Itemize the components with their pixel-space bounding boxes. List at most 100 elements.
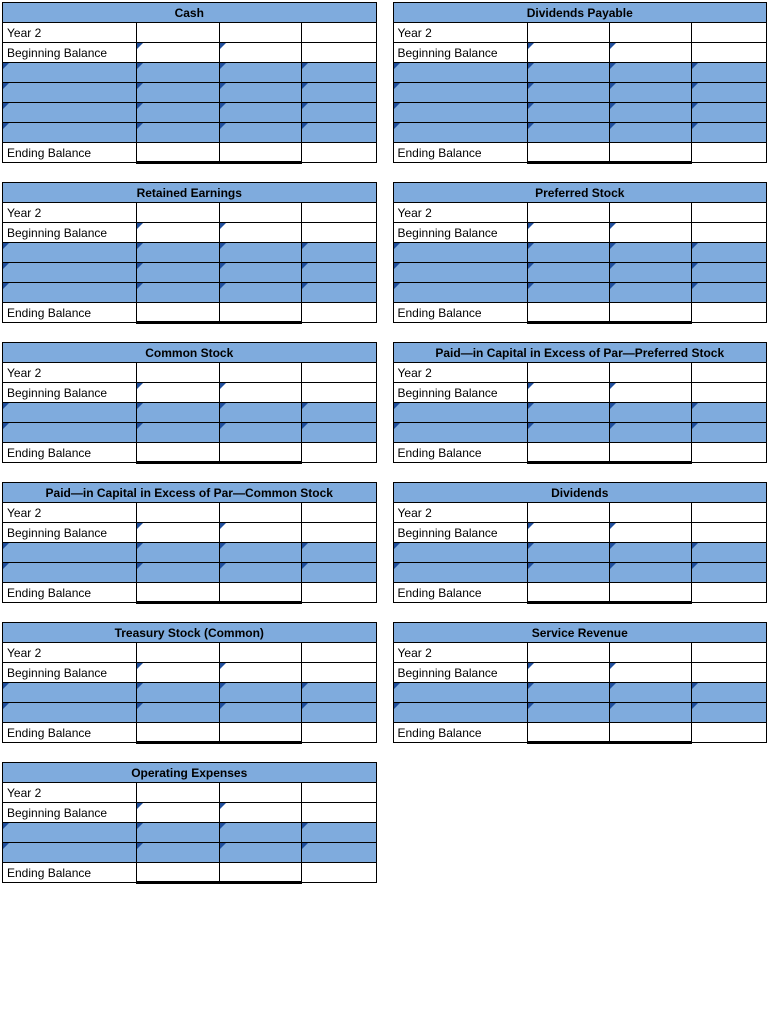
input-cell[interactable] (610, 43, 692, 63)
ending-cell[interactable] (610, 723, 692, 743)
ending-cell[interactable] (527, 723, 609, 743)
input-cell[interactable] (137, 243, 219, 263)
input-cell[interactable] (393, 63, 527, 83)
input-cell[interactable] (301, 63, 376, 83)
input-cell[interactable] (692, 563, 767, 583)
input-cell[interactable] (692, 243, 767, 263)
input-cell[interactable] (137, 523, 219, 543)
input-cell[interactable] (527, 663, 609, 683)
input-cell[interactable] (610, 523, 692, 543)
input-cell[interactable] (393, 403, 527, 423)
ending-cell[interactable] (219, 143, 301, 163)
input-cell[interactable] (527, 703, 609, 723)
input-cell[interactable] (393, 263, 527, 283)
input-cell[interactable] (137, 63, 219, 83)
input-cell[interactable] (219, 63, 301, 83)
input-cell[interactable] (527, 43, 609, 63)
input-cell[interactable] (301, 123, 376, 143)
input-cell[interactable] (301, 83, 376, 103)
input-cell[interactable] (219, 223, 301, 243)
input-cell[interactable] (3, 83, 137, 103)
input-cell[interactable] (137, 103, 219, 123)
input-cell[interactable] (219, 423, 301, 443)
input-cell[interactable] (301, 563, 376, 583)
input-cell[interactable] (692, 103, 767, 123)
input-cell[interactable] (610, 663, 692, 683)
input-cell[interactable] (301, 103, 376, 123)
input-cell[interactable] (527, 83, 609, 103)
input-cell[interactable] (610, 563, 692, 583)
input-cell[interactable] (527, 563, 609, 583)
input-cell[interactable] (610, 423, 692, 443)
input-cell[interactable] (137, 663, 219, 683)
input-cell[interactable] (527, 103, 609, 123)
input-cell[interactable] (393, 103, 527, 123)
input-cell[interactable] (219, 403, 301, 423)
ending-cell[interactable] (610, 443, 692, 463)
input-cell[interactable] (3, 263, 137, 283)
input-cell[interactable] (137, 803, 219, 823)
input-cell[interactable] (610, 383, 692, 403)
input-cell[interactable] (301, 403, 376, 423)
ending-cell[interactable] (219, 443, 301, 463)
input-cell[interactable] (137, 263, 219, 283)
input-cell[interactable] (301, 703, 376, 723)
ending-cell[interactable] (219, 303, 301, 323)
input-cell[interactable] (137, 283, 219, 303)
input-cell[interactable] (137, 403, 219, 423)
input-cell[interactable] (610, 543, 692, 563)
input-cell[interactable] (527, 543, 609, 563)
input-cell[interactable] (137, 823, 219, 843)
input-cell[interactable] (137, 223, 219, 243)
input-cell[interactable] (393, 83, 527, 103)
input-cell[interactable] (610, 123, 692, 143)
input-cell[interactable] (3, 423, 137, 443)
input-cell[interactable] (219, 43, 301, 63)
input-cell[interactable] (3, 123, 137, 143)
input-cell[interactable] (219, 123, 301, 143)
ending-cell[interactable] (610, 143, 692, 163)
input-cell[interactable] (610, 403, 692, 423)
input-cell[interactable] (692, 283, 767, 303)
input-cell[interactable] (3, 843, 137, 863)
ending-cell[interactable] (137, 583, 219, 603)
input-cell[interactable] (137, 43, 219, 63)
input-cell[interactable] (527, 383, 609, 403)
input-cell[interactable] (137, 843, 219, 863)
input-cell[interactable] (219, 803, 301, 823)
input-cell[interactable] (527, 423, 609, 443)
input-cell[interactable] (3, 683, 137, 703)
input-cell[interactable] (301, 423, 376, 443)
input-cell[interactable] (692, 683, 767, 703)
input-cell[interactable] (137, 123, 219, 143)
input-cell[interactable] (610, 703, 692, 723)
input-cell[interactable] (219, 283, 301, 303)
input-cell[interactable] (3, 823, 137, 843)
input-cell[interactable] (692, 403, 767, 423)
ending-cell[interactable] (137, 443, 219, 463)
input-cell[interactable] (301, 283, 376, 303)
input-cell[interactable] (527, 683, 609, 703)
input-cell[interactable] (527, 403, 609, 423)
ending-cell[interactable] (137, 303, 219, 323)
input-cell[interactable] (692, 83, 767, 103)
input-cell[interactable] (610, 103, 692, 123)
input-cell[interactable] (393, 563, 527, 583)
input-cell[interactable] (692, 543, 767, 563)
input-cell[interactable] (3, 403, 137, 423)
input-cell[interactable] (219, 543, 301, 563)
input-cell[interactable] (527, 263, 609, 283)
input-cell[interactable] (3, 283, 137, 303)
input-cell[interactable] (3, 103, 137, 123)
input-cell[interactable] (219, 563, 301, 583)
input-cell[interactable] (301, 683, 376, 703)
input-cell[interactable] (137, 383, 219, 403)
input-cell[interactable] (610, 683, 692, 703)
input-cell[interactable] (219, 383, 301, 403)
input-cell[interactable] (301, 263, 376, 283)
input-cell[interactable] (393, 123, 527, 143)
ending-cell[interactable] (610, 583, 692, 603)
input-cell[interactable] (393, 683, 527, 703)
input-cell[interactable] (219, 263, 301, 283)
input-cell[interactable] (301, 243, 376, 263)
